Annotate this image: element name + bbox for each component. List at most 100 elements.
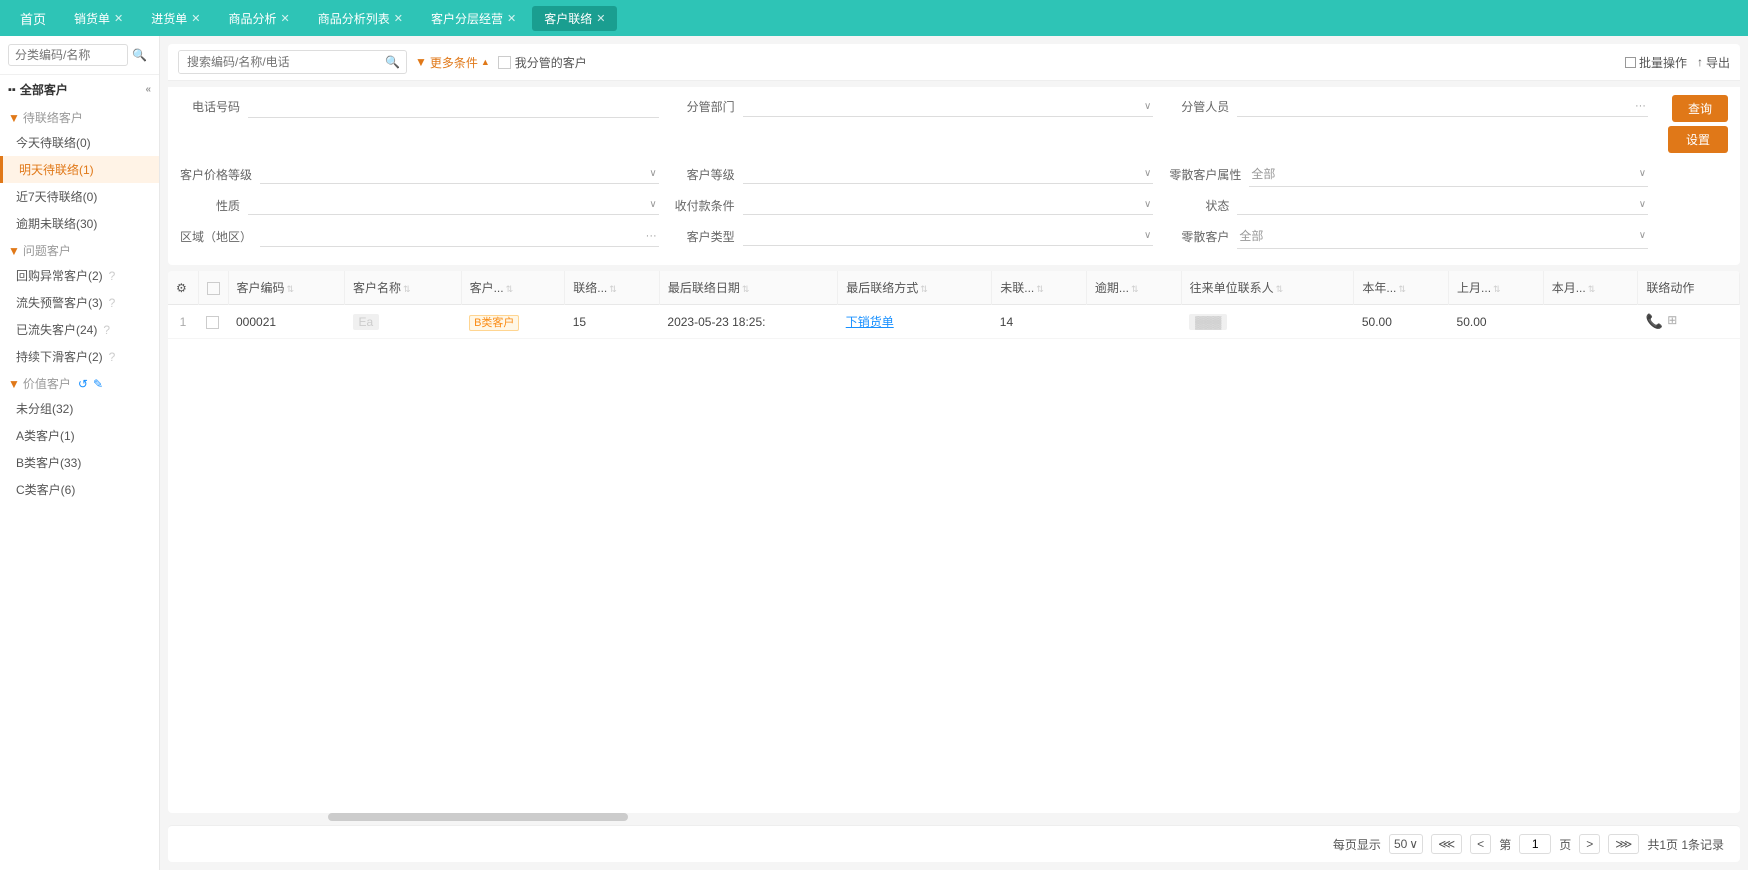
col-contact-count[interactable]: 联络...⇅ bbox=[565, 271, 660, 305]
more-filters-button[interactable]: ▼ 更多条件 ▲ bbox=[415, 54, 490, 71]
nav-purchase-order[interactable]: 进货单 ✕ bbox=[139, 6, 212, 31]
filter-retail-customer-cell: 零散客户 全部∨ bbox=[1169, 223, 1648, 249]
filter-status-label: 状态 bbox=[1169, 197, 1229, 214]
row-checkbox[interactable] bbox=[206, 316, 219, 329]
scrollbar-thumb[interactable] bbox=[328, 813, 628, 821]
filter-gender-select[interactable]: ∨ bbox=[248, 195, 659, 215]
nav-product-analysis-list[interactable]: 商品分析列表 ✕ bbox=[306, 6, 415, 31]
col-last-contact-date[interactable]: 最后联络日期⇅ bbox=[659, 271, 837, 305]
contact-method-link[interactable]: 下销货单 bbox=[846, 315, 894, 329]
filter-person-cell: 分管人员 ··· bbox=[1169, 96, 1648, 117]
filter-action-buttons: 查询 设置 bbox=[1664, 95, 1728, 153]
col-checkbox[interactable] bbox=[198, 271, 228, 305]
sidebar-all-customers[interactable]: ▪▪ 全部客户 « bbox=[0, 75, 159, 104]
nav-customer-stratification[interactable]: 客户分层经营 ✕ bbox=[419, 6, 528, 31]
sidebar-item-ungrouped[interactable]: 未分组(32) bbox=[0, 395, 159, 422]
sidebar-item-churned[interactable]: 已流失客户(24) ? bbox=[0, 316, 159, 343]
last-page-button[interactable]: ⋙ bbox=[1608, 834, 1639, 854]
row-contact-count: 15 bbox=[565, 305, 660, 339]
triangle2-icon: ▼ bbox=[8, 244, 20, 258]
sidebar-item-class-b[interactable]: B类客户(33) bbox=[0, 449, 159, 476]
phone-action-icon[interactable]: 📞 bbox=[1646, 313, 1663, 330]
sidebar-item-churn-warning[interactable]: 流失预警客户(3) ? bbox=[0, 289, 159, 316]
filter-retail-attr-label: 零散客户属性 bbox=[1169, 166, 1241, 183]
filter-status-select[interactable]: ∨ bbox=[1237, 195, 1648, 215]
filter-person-select[interactable]: ··· bbox=[1237, 96, 1648, 117]
sidebar-item-tomorrow[interactable]: 明天待联络(1) bbox=[0, 156, 159, 183]
sidebar-item-class-c[interactable]: C类客户(6) bbox=[0, 476, 159, 503]
row-last-contact-method[interactable]: 下销货单 bbox=[838, 305, 992, 339]
query-button[interactable]: 查询 bbox=[1672, 95, 1728, 122]
filter-area-select[interactable]: ··· bbox=[260, 226, 659, 247]
col-gear[interactable]: ⚙ bbox=[168, 271, 198, 305]
filter-customer-type-select[interactable]: ∨ bbox=[743, 226, 1154, 246]
row-unit-contact: ▓▓▓ bbox=[1181, 305, 1354, 339]
nav-customer-contact[interactable]: 客户联络 ✕ bbox=[532, 6, 617, 31]
col-name[interactable]: 客户名称⇅ bbox=[345, 271, 462, 305]
filter-dept-select[interactable]: ∨ bbox=[743, 97, 1154, 117]
col-overdue[interactable]: 逾期...⇅ bbox=[1086, 271, 1181, 305]
action-icons-group: 📞 ⊞ bbox=[1646, 313, 1732, 330]
my-customers-checkbox-label[interactable]: 我分管的客户 bbox=[498, 54, 587, 71]
sidebar-search-input[interactable] bbox=[8, 44, 128, 66]
customer-type-tag: B类客户 bbox=[469, 315, 519, 331]
filter-customer-level-select[interactable]: ∨ bbox=[743, 164, 1154, 184]
col-un-contact[interactable]: 未联...⇅ bbox=[992, 271, 1087, 305]
col-last-month[interactable]: 上月...⇅ bbox=[1449, 271, 1544, 305]
refresh-icon[interactable]: ↺ bbox=[78, 377, 88, 391]
toolbar-search-button[interactable]: 🔍 bbox=[379, 51, 406, 73]
header-checkbox[interactable] bbox=[207, 282, 220, 295]
row-last-month: 50.00 bbox=[1449, 305, 1544, 339]
export-button[interactable]: ↑ 导出 bbox=[1697, 54, 1730, 71]
next-page-button[interactable]: > bbox=[1579, 834, 1600, 854]
nav-close-sales[interactable]: ✕ bbox=[114, 12, 123, 25]
nav-product-analysis[interactable]: 商品分析 ✕ bbox=[216, 6, 301, 31]
settings-button[interactable]: 设置 bbox=[1668, 126, 1728, 153]
sidebar-collapse-icon[interactable]: « bbox=[145, 84, 151, 95]
prev-page-button[interactable]: < bbox=[1470, 834, 1491, 854]
page-size-arrow: ∨ bbox=[1409, 837, 1418, 851]
sidebar-item-7days[interactable]: 近7天待联络(0) bbox=[0, 183, 159, 210]
filter-retail-customer-select[interactable]: 全部∨ bbox=[1237, 223, 1648, 249]
sidebar-item-overdue[interactable]: 逾期未联络(30) bbox=[0, 210, 159, 237]
sidebar-item-today[interactable]: 今天待联络(0) bbox=[0, 129, 159, 156]
filter-person-label: 分管人员 bbox=[1169, 98, 1229, 115]
filter-gender-label: 性质 bbox=[180, 197, 240, 214]
sidebar-search-icon[interactable]: 🔍 bbox=[132, 48, 147, 62]
page-number-input[interactable] bbox=[1519, 834, 1551, 854]
table-row: 1 000021 Ea B类客户 15 2023-05-23 18:25: bbox=[168, 305, 1740, 339]
nav-close-stratification[interactable]: ✕ bbox=[507, 12, 516, 25]
nav-home[interactable]: 首页 bbox=[8, 5, 58, 32]
filter-phone-input[interactable] bbox=[248, 95, 659, 118]
grid-action-icon[interactable]: ⊞ bbox=[1667, 313, 1677, 330]
first-page-button[interactable]: ⋘ bbox=[1431, 834, 1462, 854]
filter-row-3: 性质 ∨ 收付款条件 ∨ 状态 ∨ bbox=[180, 195, 1728, 215]
col-code[interactable]: 客户编码⇅ bbox=[228, 271, 345, 305]
batch-operation-button[interactable]: 批量操作 bbox=[1625, 54, 1687, 71]
page-size-select[interactable]: 50 ∨ bbox=[1389, 834, 1423, 854]
col-last-contact-method[interactable]: 最后联络方式⇅ bbox=[838, 271, 992, 305]
filter-price-select[interactable]: ∨ bbox=[260, 164, 659, 184]
filter-retail-attr-select[interactable]: 全部∨ bbox=[1249, 161, 1648, 187]
horizontal-scrollbar[interactable] bbox=[168, 813, 1740, 821]
my-customers-checkbox[interactable] bbox=[498, 56, 511, 69]
sidebar-item-declining[interactable]: 持续下滑客户(2) ? bbox=[0, 343, 159, 370]
nav-close-product-analysis[interactable]: ✕ bbox=[281, 12, 290, 25]
nav-close-contact[interactable]: ✕ bbox=[596, 12, 605, 25]
edit-value-icon[interactable]: ✎ bbox=[93, 377, 103, 391]
toolbar-search-input[interactable] bbox=[179, 51, 379, 73]
row-checkbox-cell[interactable] bbox=[198, 305, 228, 339]
nav-close-product-list[interactable]: ✕ bbox=[394, 12, 403, 25]
sidebar-search-area: 🔍 bbox=[0, 36, 159, 75]
nav-close-purchase[interactable]: ✕ bbox=[191, 12, 200, 25]
col-this-month[interactable]: 本月...⇅ bbox=[1543, 271, 1638, 305]
filter-payment-select[interactable]: ∨ bbox=[743, 195, 1154, 215]
col-this-year[interactable]: 本年...⇅ bbox=[1354, 271, 1449, 305]
col-type[interactable]: 客户...⇅ bbox=[461, 271, 565, 305]
col-unit-contact[interactable]: 往来单位联系人⇅ bbox=[1181, 271, 1354, 305]
row-overdue bbox=[1086, 305, 1181, 339]
row-last-contact-date: 2023-05-23 18:25: bbox=[659, 305, 837, 339]
sidebar-item-class-a[interactable]: A类客户(1) bbox=[0, 422, 159, 449]
sidebar-item-repurchase-abnormal[interactable]: 回购异常客户(2) ? bbox=[0, 262, 159, 289]
nav-sales-order[interactable]: 销货单 ✕ bbox=[62, 6, 135, 31]
